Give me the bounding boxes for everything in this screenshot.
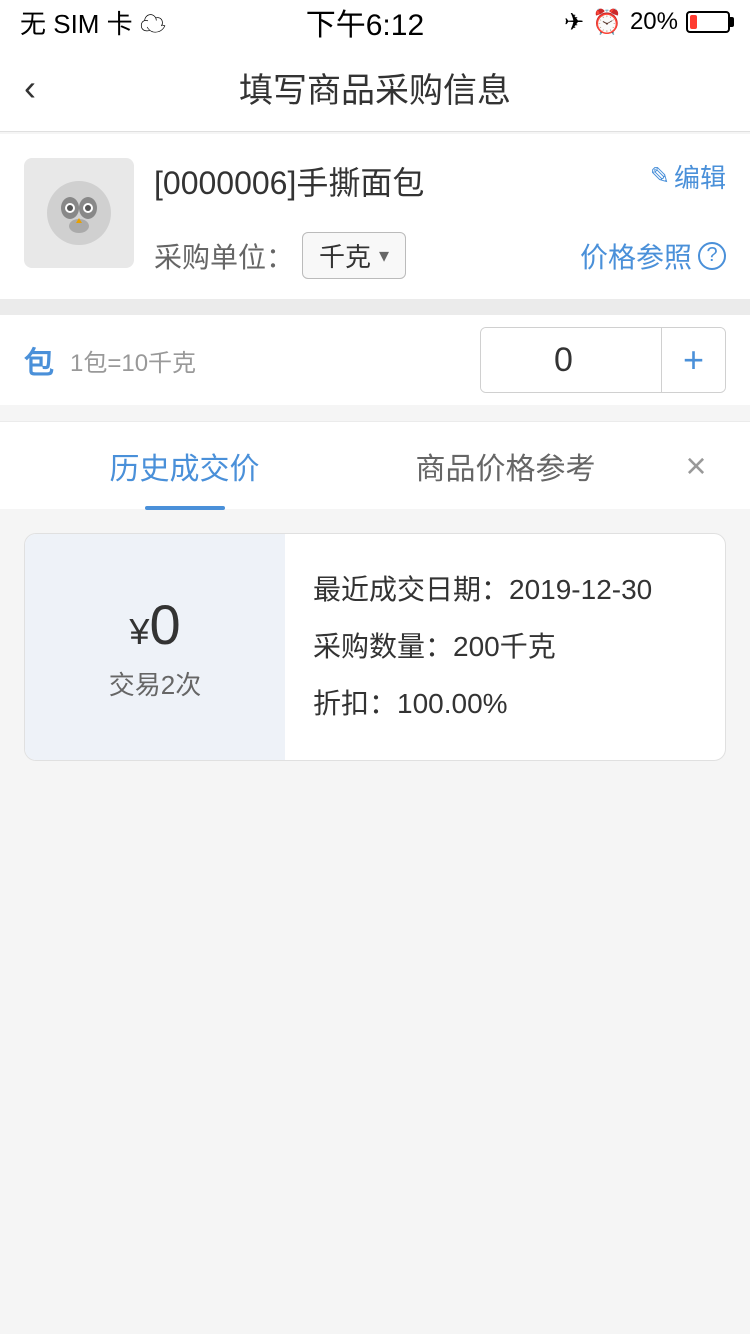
product-image: [24, 158, 134, 268]
price-ref-label: 价格参照: [580, 236, 692, 276]
location-icon: ✈: [564, 8, 584, 37]
tab-history-label: 历史成交价: [110, 444, 260, 488]
qty-label: 采购数量：: [313, 631, 453, 662]
price-card: ¥0 交易2次 最近成交日期：2019-12-30 采购数量：200千克 折扣：…: [24, 533, 726, 761]
quantity-unit-sub: 1包=10千克: [70, 343, 196, 378]
qty-value: 200千克: [453, 631, 556, 662]
quantity-unit-badge: 包: [24, 338, 54, 382]
date-label: 最近成交日期：: [313, 574, 509, 605]
tab-product-price-ref-label: 商品价格参考: [416, 444, 596, 488]
quantity-input[interactable]: [481, 328, 661, 392]
status-signal: 无 SIM 卡 ☁: [20, 4, 166, 41]
back-button[interactable]: ‹: [24, 67, 36, 109]
edit-icon: ✎: [650, 162, 670, 191]
price-value: 0: [149, 593, 180, 656]
price-detail-qty: 采购数量：200千克: [313, 627, 697, 666]
status-time: 下午6:12: [306, 0, 424, 44]
product-unit-row: 采购单位： 千克 ▾ 价格参照 ?: [154, 232, 726, 279]
status-bar: 无 SIM 卡 ☁ 下午6:12 ✈ ⏰ 20%: [0, 0, 750, 44]
price-reference-button[interactable]: 价格参照 ?: [580, 236, 726, 276]
page-title: 填写商品采购信息: [239, 63, 511, 112]
product-header: [0000006]手撕面包 ✎ 编辑: [154, 158, 726, 204]
price-detail-date: 最近成交日期：2019-12-30: [313, 570, 697, 609]
product-info: [0000006]手撕面包 ✎ 编辑 采购单位： 千克 ▾ 价格参照 ?: [154, 158, 726, 279]
price-ref-help-icon: ?: [698, 242, 726, 270]
product-logo-icon: [44, 178, 114, 248]
tab-product-price-ref[interactable]: 商品价格参考: [345, 422, 666, 510]
unit-dropdown-arrow: ▾: [379, 243, 389, 268]
product-name: [0000006]手撕面包: [154, 158, 650, 204]
quantity-input-group: +: [480, 327, 726, 393]
price-times: 交易2次: [109, 665, 201, 702]
unit-label: 采购单位：: [154, 236, 294, 276]
nav-bar: ‹ 填写商品采购信息: [0, 44, 750, 132]
price-amount: ¥0: [129, 592, 180, 657]
tabs-bar: 历史成交价 商品价格参考 ×: [0, 421, 750, 509]
price-currency: ¥: [129, 611, 149, 652]
alarm-icon: ⏰: [592, 8, 622, 37]
price-card-left: ¥0 交易2次: [25, 534, 285, 760]
status-right-group: ✈ ⏰ 20%: [564, 8, 730, 37]
date-value: 2019-12-30: [509, 574, 652, 605]
battery-percent: 20%: [630, 8, 678, 36]
tab-close-button[interactable]: ×: [666, 436, 726, 496]
price-detail-discount: 折扣：100.00%: [313, 684, 697, 723]
unit-select[interactable]: 千克 ▾: [302, 232, 406, 279]
price-card-right: 最近成交日期：2019-12-30 采购数量：200千克 折扣：100.00%: [285, 534, 725, 760]
discount-value: 100.00%: [397, 688, 508, 719]
quantity-row: 包 1包=10千克 +: [0, 315, 750, 405]
battery-icon: [686, 11, 730, 33]
unit-value: 千克: [319, 237, 371, 274]
battery-fill: [690, 15, 697, 29]
section-divider: [0, 299, 750, 315]
quantity-unit-info: 包 1包=10千克: [24, 338, 480, 382]
edit-button[interactable]: ✎ 编辑: [650, 158, 726, 195]
tab-history-price[interactable]: 历史成交价: [24, 422, 345, 510]
content-area: ¥0 交易2次 最近成交日期：2019-12-30 采购数量：200千克 折扣：…: [0, 509, 750, 909]
discount-label: 折扣：: [313, 688, 397, 719]
quantity-plus-button[interactable]: +: [661, 328, 725, 392]
product-section: [0000006]手撕面包 ✎ 编辑 采购单位： 千克 ▾ 价格参照 ?: [0, 134, 750, 299]
edit-label: 编辑: [674, 158, 726, 195]
